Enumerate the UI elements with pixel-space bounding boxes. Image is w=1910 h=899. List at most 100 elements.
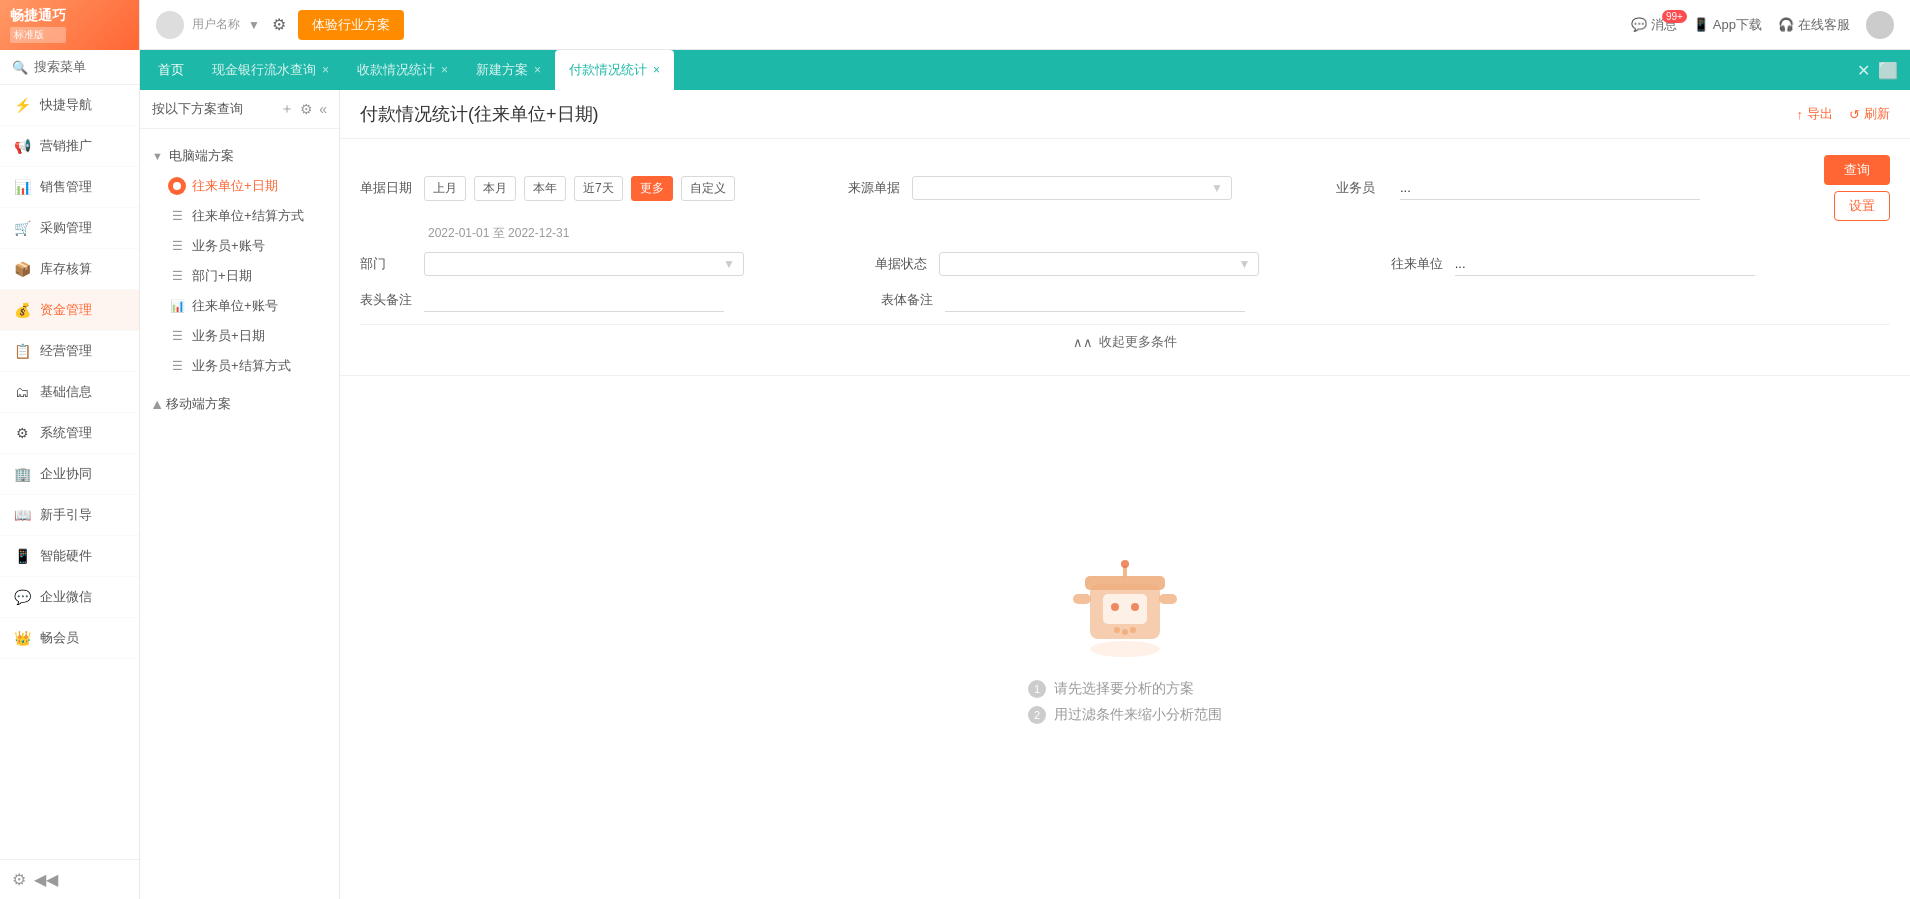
empty-hint-1: 1 请先选择要分析的方案	[1028, 680, 1222, 698]
guide-icon: 📖	[12, 505, 32, 525]
tab-new-scheme[interactable]: 新建方案 ×	[462, 50, 555, 90]
collapse-label: 收起更多条件	[1099, 333, 1177, 351]
sidebar-item-hardware[interactable]: 📱 智能硬件	[0, 536, 139, 577]
message-icon: 💬	[1631, 17, 1647, 32]
svg-point-4	[1111, 603, 1119, 611]
sidebar-item-guide[interactable]: 📖 新手引导	[0, 495, 139, 536]
trial-button[interactable]: 体验行业方案	[298, 10, 404, 40]
collapse-filter-btn[interactable]: ∧∧ 收起更多条件	[360, 324, 1890, 359]
sidebar-nav: ⚡ 快捷导航 📢 营销推广 📊 销售管理 🛒 采购管理 📦 库存核算 💰 资金管…	[0, 85, 139, 859]
sidebar-item-marketing[interactable]: 📢 营销推广	[0, 126, 139, 167]
user-info[interactable]: 用户名称 ▼	[156, 11, 260, 39]
tab-payment-stats-close[interactable]: ×	[653, 63, 660, 77]
voucher-status-select[interactable]: ▼	[939, 252, 1259, 276]
scheme-group-desktop-title[interactable]: ▼ 电脑端方案	[140, 141, 339, 171]
tab-collection-stats-close[interactable]: ×	[441, 63, 448, 77]
scheme-item-icon: ☰	[168, 327, 186, 345]
scheme-item-dept-date[interactable]: ☰ 部门+日期	[140, 261, 339, 291]
tab-bank-flow[interactable]: 现金银行流水查询 ×	[198, 50, 343, 90]
date-btn-7days[interactable]: 近7天	[574, 176, 623, 201]
sidebar-item-vip[interactable]: 👑 畅会员	[0, 618, 139, 659]
scheme-collapse-icon[interactable]: «	[319, 101, 327, 117]
settings-bottom-icon[interactable]: ⚙	[12, 870, 26, 889]
body-remark-input[interactable]	[945, 288, 1245, 312]
enterprise-icon: 🏢	[12, 464, 32, 484]
collapse-up-icon: ∧∧	[1073, 335, 1093, 350]
collapse-sidebar-icon[interactable]: ◀◀	[34, 870, 58, 889]
sidebar-item-finance[interactable]: 💰 资金管理	[0, 290, 139, 331]
marketing-icon: 📢	[12, 136, 32, 156]
user-avatar-right[interactable]	[1866, 11, 1894, 39]
scheme-item-salesman-account[interactable]: ☰ 业务员+账号	[140, 231, 339, 261]
scheme-item-partner-date[interactable]: 往来单位+日期	[140, 171, 339, 201]
online-service-btn[interactable]: 🎧 在线客服	[1778, 16, 1850, 34]
chart-icon: 📊	[168, 297, 186, 315]
date-btn-last-month[interactable]: 上月	[424, 176, 466, 201]
scheme-group-mobile-title[interactable]: ▶ 移动端方案	[140, 389, 339, 419]
refresh-icon: ↺	[1849, 107, 1860, 122]
tab-bank-flow-close[interactable]: ×	[322, 63, 329, 77]
source-voucher-select[interactable]: ▼	[912, 176, 1232, 200]
tab-new-scheme-close[interactable]: ×	[534, 63, 541, 77]
date-btn-custom[interactable]: 自定义	[681, 176, 735, 201]
sidebar-item-basic-info[interactable]: 🗂 基础信息	[0, 372, 139, 413]
sidebar-item-purchase[interactable]: 🛒 采购管理	[0, 208, 139, 249]
search-menu[interactable]: 🔍 搜索菜单	[0, 50, 139, 85]
sales-icon: 📊	[12, 177, 32, 197]
scheme-tree: ▼ 电脑端方案 往来单位+日期 ☰ 往来单位+结算方式 ☰ 业务员+账号	[140, 129, 339, 899]
tab-payment-stats[interactable]: 付款情况统计 ×	[555, 50, 674, 90]
page-header-actions: ↑ 导出 ↺ 刷新	[1797, 105, 1891, 123]
page-header: 付款情况统计(往来单位+日期) ↑ 导出 ↺ 刷新	[340, 90, 1910, 139]
sidebar-item-operations[interactable]: 📋 经营管理	[0, 331, 139, 372]
filter-col-source: 来源单据 ▼	[848, 176, 1320, 200]
export-label: 导出	[1807, 105, 1833, 123]
scheme-item-partner-account[interactable]: 📊 往来单位+账号	[140, 291, 339, 321]
settings-button[interactable]: 设置	[1834, 191, 1890, 221]
desktop-group-label: 电脑端方案	[169, 147, 234, 165]
date-btn-this-month[interactable]: 本月	[474, 176, 516, 201]
sidebar-item-quick-nav[interactable]: ⚡ 快捷导航	[0, 85, 139, 126]
filter-area: 单据日期 上月 本月 本年 近7天 更多 自定义 来源单据	[340, 139, 1910, 376]
scheme-settings-icon[interactable]: ⚙	[300, 101, 313, 117]
filter-action-col: 查询 设置	[1824, 155, 1890, 221]
filter-col-dept: 部门 ▼	[360, 252, 859, 276]
content-area: 付款情况统计(往来单位+日期) ↑ 导出 ↺ 刷新	[340, 90, 1910, 899]
sidebar-item-system[interactable]: ⚙ 系统管理	[0, 413, 139, 454]
svg-rect-3	[1103, 594, 1147, 624]
svg-rect-9	[1073, 594, 1091, 604]
scheme-group-desktop: ▼ 电脑端方案 往来单位+日期 ☰ 往来单位+结算方式 ☰ 业务员+账号	[140, 137, 339, 385]
salesman-label: 业务员	[1336, 179, 1392, 197]
sidebar-item-sales[interactable]: 📊 销售管理	[0, 167, 139, 208]
export-btn[interactable]: ↑ 导出	[1797, 105, 1834, 123]
date-btn-more[interactable]: 更多	[631, 176, 673, 201]
partner-input[interactable]	[1455, 252, 1755, 276]
hint-num-2: 2	[1028, 706, 1046, 724]
sidebar-item-inventory[interactable]: 📦 库存核算	[0, 249, 139, 290]
salesman-input[interactable]	[1400, 176, 1700, 200]
date-btn-this-year[interactable]: 本年	[524, 176, 566, 201]
scheme-panel-header-left: 按以下方案查询	[152, 100, 243, 118]
date-label: 单据日期	[360, 179, 416, 197]
scheme-add-icon[interactable]: ＋	[280, 100, 294, 118]
query-button[interactable]: 查询	[1824, 155, 1890, 185]
sidebar-item-enterprise[interactable]: 🏢 企业协同	[0, 454, 139, 495]
tab-home[interactable]: 首页	[144, 50, 198, 90]
sidebar-item-weixin[interactable]: 💬 企业微信	[0, 577, 139, 618]
app-download-btn[interactable]: 📱 App下载	[1693, 16, 1762, 34]
search-menu-label: 搜索菜单	[34, 58, 86, 76]
scheme-item-partner-settle[interactable]: ☰ 往来单位+结算方式	[140, 201, 339, 231]
topbar-gear-icon[interactable]: ⚙	[272, 15, 286, 34]
maximize-window-icon[interactable]: ⬜	[1878, 61, 1898, 80]
scheme-item-salesman-settle[interactable]: ☰ 业务员+结算方式	[140, 351, 339, 381]
close-window-icon[interactable]: ✕	[1857, 61, 1870, 80]
messages-btn[interactable]: 💬 消息 99+	[1631, 16, 1677, 34]
dept-select[interactable]: ▼	[424, 252, 744, 276]
refresh-btn[interactable]: ↺ 刷新	[1849, 105, 1890, 123]
tab-collection-stats[interactable]: 收款情况统计 ×	[343, 50, 462, 90]
header-remark-input[interactable]	[424, 288, 724, 312]
sidebar-item-label: 企业微信	[40, 588, 92, 606]
tab-collection-stats-label: 收款情况统计	[357, 61, 435, 79]
empty-illustration	[1065, 544, 1185, 664]
scheme-item-label: 部门+日期	[192, 267, 252, 285]
scheme-item-salesman-date[interactable]: ☰ 业务员+日期	[140, 321, 339, 351]
